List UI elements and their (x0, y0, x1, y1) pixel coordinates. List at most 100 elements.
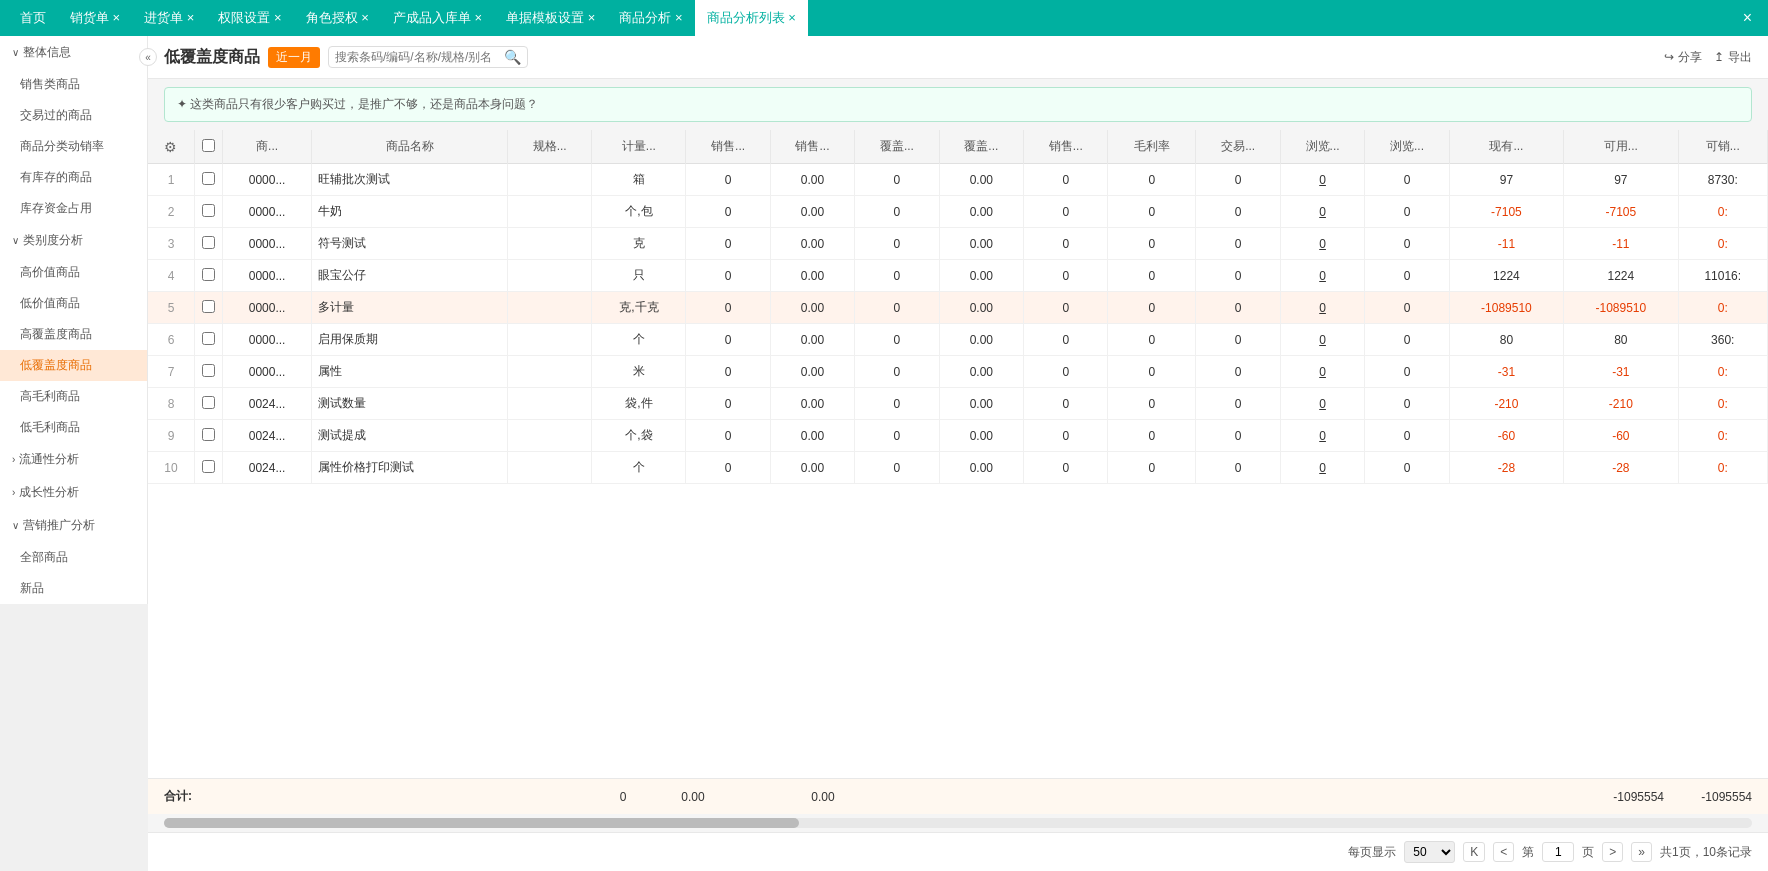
share-label: 分享 (1678, 49, 1702, 66)
sidebar-section-overall[interactable]: ∨ 整体信息 (0, 36, 147, 69)
sidebar-item-high-margin[interactable]: 高毛利商品 (0, 381, 147, 412)
row-current: 1224 (1449, 260, 1563, 292)
nav-purchase[interactable]: 进货单 × (132, 0, 206, 36)
sidebar-item-sales-goods[interactable]: 销售类商品 (0, 69, 147, 100)
row-sales2: 0.00 (770, 260, 854, 292)
row-browse2: 0 (1365, 356, 1449, 388)
sidebar-section-growth[interactable]: › 成长性分析 (0, 476, 147, 509)
row-sales3: 0 (1024, 196, 1108, 228)
first-page-btn[interactable]: K (1463, 842, 1485, 862)
col-code: 商... (222, 130, 311, 164)
row-num: 7 (148, 356, 194, 388)
row-browse2: 0 (1365, 260, 1449, 292)
page-size-select[interactable]: 50 100 200 (1404, 841, 1455, 863)
row-checkbox[interactable] (194, 164, 222, 196)
col-checkbox[interactable] (194, 130, 222, 164)
row-cover1: 0 (855, 452, 939, 484)
row-current: -60 (1449, 420, 1563, 452)
row-browse1[interactable]: 0 (1280, 388, 1364, 420)
sidebar-item-all-goods[interactable]: 全部商品 (0, 542, 147, 573)
row-cover2: 0.00 (939, 420, 1023, 452)
horizontal-scrollbar[interactable] (164, 818, 1752, 828)
row-browse1[interactable]: 0 (1280, 196, 1364, 228)
nav-home[interactable]: 首页 (8, 0, 58, 36)
row-cover1: 0 (855, 324, 939, 356)
nav-analysis-list[interactable]: 商品分析列表 × (695, 0, 808, 36)
sidebar-item-in-stock[interactable]: 有库存的商品 (0, 162, 147, 193)
row-checkbox[interactable] (194, 356, 222, 388)
top-nav: 首页 销货单 × 进货单 × 权限设置 × 角色授权 × 产成品入库单 × 单据… (0, 0, 1768, 36)
row-checkbox[interactable] (194, 452, 222, 484)
table-row: 7 0000... 属性 米 0 0.00 0 0.00 0 0 0 0 0 -… (148, 356, 1768, 388)
search-icon[interactable]: 🔍 (504, 49, 521, 65)
col-gear[interactable]: ⚙ (148, 130, 194, 164)
row-sales3: 0 (1024, 356, 1108, 388)
row-available: -7105 (1564, 196, 1678, 228)
sidebar-item-traded[interactable]: 交易过的商品 (0, 100, 147, 131)
share-button[interactable]: ↪ 分享 (1664, 49, 1702, 66)
sidebar-section-marketing[interactable]: ∨ 营销推广分析 (0, 509, 147, 542)
section-overall-label: 整体信息 (23, 44, 71, 61)
row-checkbox[interactable] (194, 260, 222, 292)
sidebar-item-new-goods[interactable]: 新品 (0, 573, 147, 604)
total-sales1: 0 (588, 790, 658, 804)
row-browse1[interactable]: 0 (1280, 260, 1364, 292)
last-page-btn[interactable]: » (1631, 842, 1652, 862)
row-num: 5 (148, 292, 194, 324)
row-browse1[interactable]: 0 (1280, 356, 1364, 388)
row-browse1[interactable]: 0 (1280, 420, 1364, 452)
sidebar-section-category[interactable]: ∨ 类别度分析 (0, 224, 147, 257)
row-trade: 0 (1196, 260, 1280, 292)
row-browse1[interactable]: 0 (1280, 292, 1364, 324)
prev-page-btn[interactable]: < (1493, 842, 1514, 862)
sidebar-collapse-btn[interactable]: « (139, 48, 157, 66)
row-checkbox[interactable] (194, 420, 222, 452)
row-browse1[interactable]: 0 (1280, 164, 1364, 196)
row-checkbox[interactable] (194, 196, 222, 228)
row-browse1[interactable]: 0 (1280, 228, 1364, 260)
sidebar-item-high-value[interactable]: 高价值商品 (0, 257, 147, 288)
export-button[interactable]: ↥ 导出 (1714, 49, 1752, 66)
nav-sales[interactable]: 销货单 × (58, 0, 132, 36)
row-browse1[interactable]: 0 (1280, 324, 1364, 356)
sidebar-item-low-value[interactable]: 低价值商品 (0, 288, 147, 319)
nav-inventory[interactable]: 产成品入库单 × (381, 0, 494, 36)
table-row: 10 0024... 属性价格打印测试 个 0 0.00 0 0.00 0 0 … (148, 452, 1768, 484)
row-browse1[interactable]: 0 (1280, 452, 1364, 484)
row-checkbox[interactable] (194, 324, 222, 356)
col-unit: 计量... (592, 130, 686, 164)
row-checkbox[interactable] (194, 388, 222, 420)
select-all-checkbox[interactable] (202, 139, 215, 152)
time-filter-button[interactable]: 近一月 (268, 47, 320, 68)
row-checkbox[interactable] (194, 228, 222, 260)
nav-role[interactable]: 角色授权 × (294, 0, 381, 36)
sidebar-item-capital[interactable]: 库存资金占用 (0, 193, 147, 224)
sidebar-item-high-coverage[interactable]: 高覆盖度商品 (0, 319, 147, 350)
page-number-input[interactable]: 1 (1542, 842, 1574, 862)
window-close-btn[interactable]: × (1735, 9, 1760, 27)
nav-analysis[interactable]: 商品分析 × (607, 0, 694, 36)
header-actions: ↪ 分享 ↥ 导出 (1664, 49, 1752, 66)
sidebar-item-low-coverage[interactable]: 低覆盖度商品 (0, 350, 147, 381)
row-sales3: 0 (1024, 388, 1108, 420)
row-cover2: 0.00 (939, 388, 1023, 420)
nav-template[interactable]: 单据模板设置 × (494, 0, 607, 36)
page-title: 低覆盖度商品 (164, 47, 260, 68)
sidebar-section-liquidity[interactable]: › 流通性分析 (0, 443, 147, 476)
row-code: 0024... (222, 452, 311, 484)
sidebar-item-low-margin[interactable]: 低毛利商品 (0, 412, 147, 443)
row-unit: 个 (592, 452, 686, 484)
search-input[interactable] (335, 50, 504, 64)
nav-permissions[interactable]: 权限设置 × (206, 0, 293, 36)
row-gross: 0 (1108, 420, 1196, 452)
section-marketing-label: 营销推广分析 (23, 517, 95, 534)
export-label: 导出 (1728, 49, 1752, 66)
row-checkbox[interactable] (194, 292, 222, 324)
app-container: 首页 销货单 × 进货单 × 权限设置 × 角色授权 × 产成品入库单 × 单据… (0, 0, 1768, 871)
next-page-btn[interactable]: > (1602, 842, 1623, 862)
sidebar-item-category-rate[interactable]: 商品分类动销率 (0, 131, 147, 162)
gear-icon[interactable]: ⚙ (164, 139, 177, 155)
total-info-label: 共1页，10条记录 (1660, 844, 1752, 861)
scroll-thumb[interactable] (164, 818, 799, 828)
row-browse2: 0 (1365, 420, 1449, 452)
